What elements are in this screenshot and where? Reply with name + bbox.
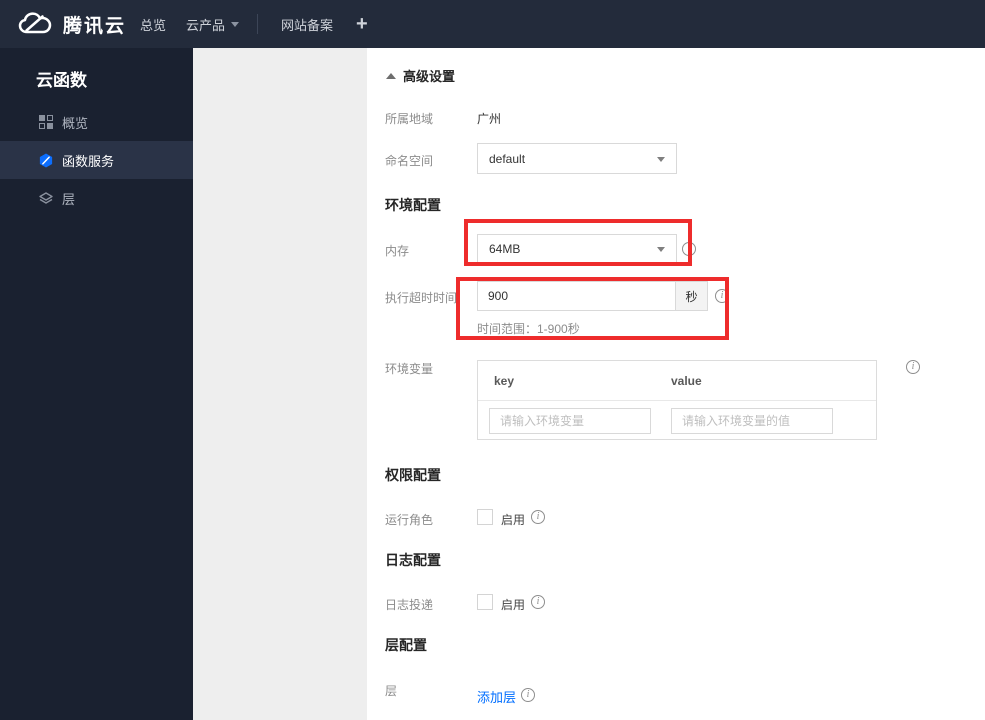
namespace-selected-value: default — [489, 151, 526, 166]
role-info-icon[interactable] — [531, 510, 545, 524]
add-tab-button[interactable]: + — [356, 0, 368, 48]
nav-item-products[interactable]: 云产品 — [186, 0, 240, 48]
sidebar-item-overview[interactable]: 概览 — [0, 103, 193, 141]
tencent-cloud-console: 腾讯云 总览 云产品 网站备案 + 云函数 概览 函数服务 层 高级设置 所属地… — [0, 0, 985, 720]
memory-info-icon[interactable] — [682, 242, 696, 256]
sidebar: 云函数 概览 函数服务 层 — [0, 48, 193, 720]
namespace-label: 命名空间 — [385, 154, 434, 168]
brand-name: 腾讯云 — [63, 15, 127, 37]
triangle-up-icon — [386, 72, 396, 79]
section-permission-config: 权限配置 — [385, 467, 441, 483]
memory-label: 内存 — [385, 244, 410, 258]
role-enable-checkbox[interactable] — [477, 509, 493, 525]
nav-divider — [257, 14, 258, 34]
log-enable-checkbox[interactable] — [477, 594, 493, 610]
nav-item-beian[interactable]: 网站备案 — [281, 0, 333, 48]
timeout-unit-button[interactable]: 秒 — [675, 281, 708, 311]
namespace-select[interactable]: default — [477, 143, 677, 174]
timeout-input[interactable] — [477, 281, 676, 311]
sidebar-item-label: 层 — [62, 191, 76, 207]
role-enable-label: 启用 — [501, 513, 526, 527]
advanced-settings-toggle[interactable]: 高级设置 — [386, 66, 455, 85]
brand[interactable]: 腾讯云 — [18, 0, 126, 48]
chevron-down-icon — [657, 156, 665, 162]
sidebar-item-label: 概览 — [62, 115, 89, 131]
log-label: 日志投递 — [385, 598, 434, 612]
plus-icon: + — [356, 12, 368, 35]
secondary-panel — [193, 48, 367, 720]
envvar-value-input[interactable] — [671, 408, 833, 434]
sidebar-item-function-service[interactable]: 函数服务 — [0, 141, 193, 179]
table-divider — [478, 400, 876, 401]
section-log-config: 日志配置 — [385, 552, 441, 568]
chevron-down-icon — [231, 21, 240, 27]
role-label: 运行角色 — [385, 513, 434, 527]
tencent-cloud-logo-icon — [18, 11, 52, 37]
section-env-config: 环境配置 — [385, 197, 441, 213]
layer-label: 层 — [385, 684, 398, 698]
envvar-key-input[interactable] — [489, 408, 651, 434]
chevron-down-icon — [657, 247, 665, 252]
region-value: 广州 — [477, 112, 502, 126]
grid-icon — [38, 114, 54, 130]
nav-item-overview[interactable]: 总览 — [140, 0, 166, 48]
layers-icon — [38, 190, 54, 206]
timeout-unit-label: 秒 — [685, 289, 698, 304]
log-enable-label: 启用 — [501, 598, 526, 612]
timeout-info-icon[interactable] — [715, 289, 729, 303]
sidebar-item-label: 函数服务 — [62, 153, 115, 169]
envvar-table: key value — [477, 360, 877, 440]
scf-hexagon-icon — [38, 152, 54, 168]
region-label: 所属地域 — [385, 112, 434, 126]
timeout-label: 执行超时时间 — [385, 291, 458, 305]
nav-overview-label: 总览 — [140, 17, 167, 33]
nav-products-label: 云产品 — [186, 17, 226, 33]
memory-select[interactable]: 64MB — [477, 234, 677, 264]
advanced-settings-label: 高级设置 — [403, 69, 456, 84]
sidebar-title: 云函数 — [36, 71, 87, 90]
sidebar-item-layers[interactable]: 层 — [0, 179, 193, 217]
add-layer-link[interactable]: 添加层 — [477, 687, 516, 706]
memory-selected-value: 64MB — [489, 242, 521, 256]
nav-beian-label: 网站备案 — [281, 17, 334, 33]
timeout-range-hint: 时间范围：1-900秒 — [477, 322, 580, 336]
envvar-label: 环境变量 — [385, 362, 434, 376]
section-layer-config: 层配置 — [385, 637, 427, 653]
top-navbar: 腾讯云 总览 云产品 网站备案 + — [0, 0, 985, 48]
envvar-key-header: key — [494, 374, 515, 388]
log-info-icon[interactable] — [531, 595, 545, 609]
envvar-value-header: value — [671, 374, 702, 388]
envvar-info-icon[interactable] — [906, 360, 920, 374]
layer-info-icon[interactable] — [521, 688, 535, 702]
